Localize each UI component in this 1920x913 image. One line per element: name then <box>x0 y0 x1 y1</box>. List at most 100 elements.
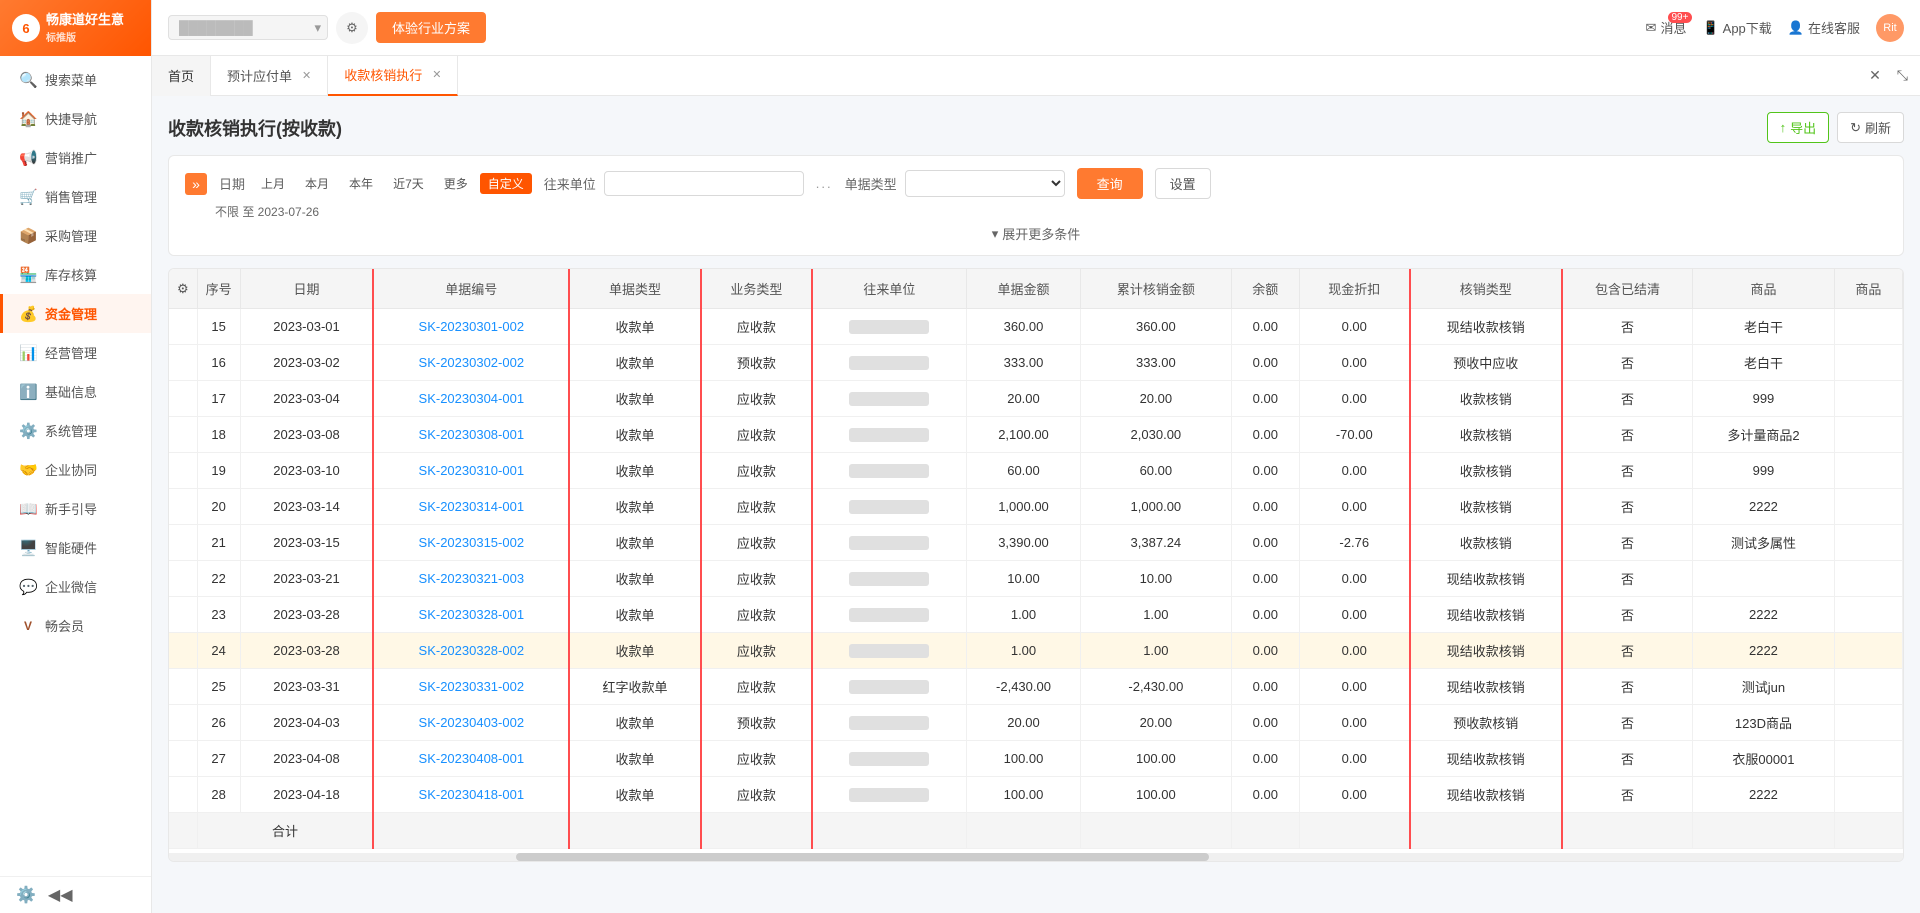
td-settings[interactable] <box>169 705 197 741</box>
query-btn[interactable]: 查询 <box>1077 168 1143 199</box>
td-settings[interactable] <box>169 525 197 561</box>
member-icon: V <box>19 619 37 633</box>
bill-no-link[interactable]: SK-20230314-001 <box>419 499 525 514</box>
td-settings[interactable] <box>169 777 197 813</box>
partner-blurred <box>849 716 929 730</box>
bill-no-link[interactable]: SK-20230331-002 <box>419 679 525 694</box>
filter-partner-input[interactable] <box>604 171 804 196</box>
td-partner <box>812 669 967 705</box>
app-download-btn[interactable]: 📱 App下载 <box>1702 18 1771 37</box>
scrollbar-thumb[interactable] <box>516 853 1210 861</box>
refresh-btn[interactable]: ↻ 刷新 <box>1837 112 1904 143</box>
bill-no-link[interactable]: SK-20230315-002 <box>419 535 525 550</box>
partner-blurred <box>849 320 929 334</box>
td-cash-discount: 0.00 <box>1299 669 1409 705</box>
bill-no-link[interactable]: SK-20230302-002 <box>419 355 525 370</box>
td-settings[interactable] <box>169 669 197 705</box>
bill-no-link[interactable]: SK-20230418-001 <box>419 787 525 802</box>
sidebar-item-operations[interactable]: 📊 经营管理 <box>0 333 151 372</box>
tab-home[interactable]: 首页 <box>152 56 211 96</box>
trial-btn[interactable]: 体验行业方案 <box>376 12 486 43</box>
table-scroll[interactable]: ⚙ 序号 日期 单据编号 单据类型 业务类型 往来单位 单据金额 累计核销金额 … <box>169 269 1903 849</box>
settings-footer-icon[interactable]: ⚙️ <box>16 885 36 905</box>
sidebar-item-finance[interactable]: 💰 资金管理 <box>0 294 151 333</box>
td-total-cashdiscount <box>1299 813 1409 849</box>
date-opt-this-year[interactable]: 本年 <box>341 173 381 194</box>
expand-conditions-btn[interactable]: ▾ 展开更多条件 <box>185 220 1887 243</box>
sidebar-item-sales[interactable]: 🛒 销售管理 <box>0 177 151 216</box>
table-scrollbar[interactable] <box>169 853 1903 861</box>
sidebar-item-guide[interactable]: 📖 新手引导 <box>0 489 151 528</box>
bill-no-link[interactable]: SK-20230308-001 <box>419 427 525 442</box>
td-settings[interactable] <box>169 561 197 597</box>
td-settings[interactable] <box>169 489 197 525</box>
sidebar-item-purchase[interactable]: 📦 采购管理 <box>0 216 151 255</box>
sidebar-item-inventory[interactable]: 🏪 库存核算 <box>0 255 151 294</box>
date-opt-custom[interactable]: 自定义 <box>480 173 532 194</box>
sidebar-item-quick-nav[interactable]: 🏠 快捷导航 <box>0 99 151 138</box>
td-cumulative-verify: 3,387.24 <box>1081 525 1232 561</box>
bill-no-link[interactable]: SK-20230321-003 <box>419 571 525 586</box>
tab-close-btn[interactable]: ✕ <box>1865 63 1885 88</box>
collapse-icon[interactable]: ◀◀ <box>48 885 73 905</box>
td-goods2 <box>1834 561 1902 597</box>
tab-pre-apply[interactable]: 预计应付单 ✕ <box>211 56 328 96</box>
bill-no-link[interactable]: SK-20230328-002 <box>419 643 525 658</box>
tab-collection-close[interactable]: ✕ <box>432 68 441 81</box>
th-settings[interactable]: ⚙ <box>169 269 197 309</box>
td-settings[interactable] <box>169 309 197 345</box>
tab-actions: ✕ ⤡ <box>1857 63 1920 88</box>
td-settings[interactable] <box>169 633 197 669</box>
company-selector[interactable]: ████████ ▾ <box>168 15 328 40</box>
td-balance: 0.00 <box>1231 669 1299 705</box>
home-icon: 🏠 <box>19 110 37 128</box>
bill-no-link[interactable]: SK-20230328-001 <box>419 607 525 622</box>
td-settings[interactable] <box>169 741 197 777</box>
bill-no-link[interactable]: SK-20230408-001 <box>419 751 525 766</box>
td-include-settled: 否 <box>1562 309 1693 345</box>
td-balance: 0.00 <box>1231 777 1299 813</box>
sidebar-item-member[interactable]: V 畅会员 <box>0 606 151 645</box>
user-name-btn[interactable]: Rit <box>1876 14 1904 42</box>
td-settings[interactable] <box>169 417 197 453</box>
guide-icon: 📖 <box>19 500 37 518</box>
sidebar-item-marketing[interactable]: 📢 营销推广 <box>0 138 151 177</box>
table-row: 22 2023-03-21 SK-20230321-003 收款单 应收款 10… <box>169 561 1903 597</box>
td-goods2 <box>1834 669 1902 705</box>
bill-no-link[interactable]: SK-20230304-001 <box>419 391 525 406</box>
sidebar: 6 畅康道好生意 标推版 🔍 搜索菜单 🏠 快捷导航 📢 营销推广 🛒 销售管理… <box>0 0 152 913</box>
notification-btn[interactable]: ✉ 消息 99+ <box>1646 18 1687 37</box>
sidebar-item-wechat[interactable]: 💬 企业微信 <box>0 567 151 606</box>
filter-expand-btn[interactable]: » <box>185 173 207 195</box>
tab-pre-apply-close[interactable]: ✕ <box>302 69 311 82</box>
sidebar-item-system[interactable]: ⚙️ 系统管理 <box>0 411 151 450</box>
td-settings[interactable] <box>169 345 197 381</box>
topbar-settings-btn[interactable]: ⚙ <box>336 12 368 44</box>
td-include-settled: 否 <box>1562 417 1693 453</box>
export-btn[interactable]: ↑ 导出 <box>1767 112 1830 143</box>
tab-collection-verify[interactable]: 收款核销执行 ✕ <box>328 56 458 96</box>
bill-no-link[interactable]: SK-20230403-002 <box>419 715 525 730</box>
sidebar-label-hardware: 智能硬件 <box>45 538 97 557</box>
sidebar-item-search[interactable]: 🔍 搜索菜单 <box>0 60 151 99</box>
refresh-icon: ↻ <box>1850 120 1861 136</box>
sidebar-item-enterprise[interactable]: 🤝 企业协同 <box>0 450 151 489</box>
td-settings[interactable] <box>169 597 197 633</box>
bill-no-link[interactable]: SK-20230310-001 <box>419 463 525 478</box>
td-settings[interactable] <box>169 453 197 489</box>
filter-settings-btn[interactable]: 设置 <box>1155 168 1211 199</box>
td-cash-discount: 0.00 <box>1299 489 1409 525</box>
table-row: 19 2023-03-10 SK-20230310-001 收款单 应收款 60… <box>169 453 1903 489</box>
td-partner <box>812 345 967 381</box>
date-opt-7days[interactable]: 近7天 <box>385 173 432 194</box>
date-opt-this-month[interactable]: 本月 <box>297 173 337 194</box>
date-opt-more[interactable]: 更多 <box>436 173 476 194</box>
sidebar-item-basics[interactable]: ℹ️ 基础信息 <box>0 372 151 411</box>
td-settings[interactable] <box>169 381 197 417</box>
tab-expand-btn[interactable]: ⤡ <box>1893 63 1912 88</box>
bill-no-link[interactable]: SK-20230301-002 <box>419 319 525 334</box>
sidebar-item-hardware[interactable]: 🖥️ 智能硬件 <box>0 528 151 567</box>
date-opt-last-month[interactable]: 上月 <box>253 173 293 194</box>
filter-bill-type-select[interactable] <box>905 170 1065 197</box>
online-service-btn[interactable]: 👤 在线客服 <box>1788 18 1860 37</box>
